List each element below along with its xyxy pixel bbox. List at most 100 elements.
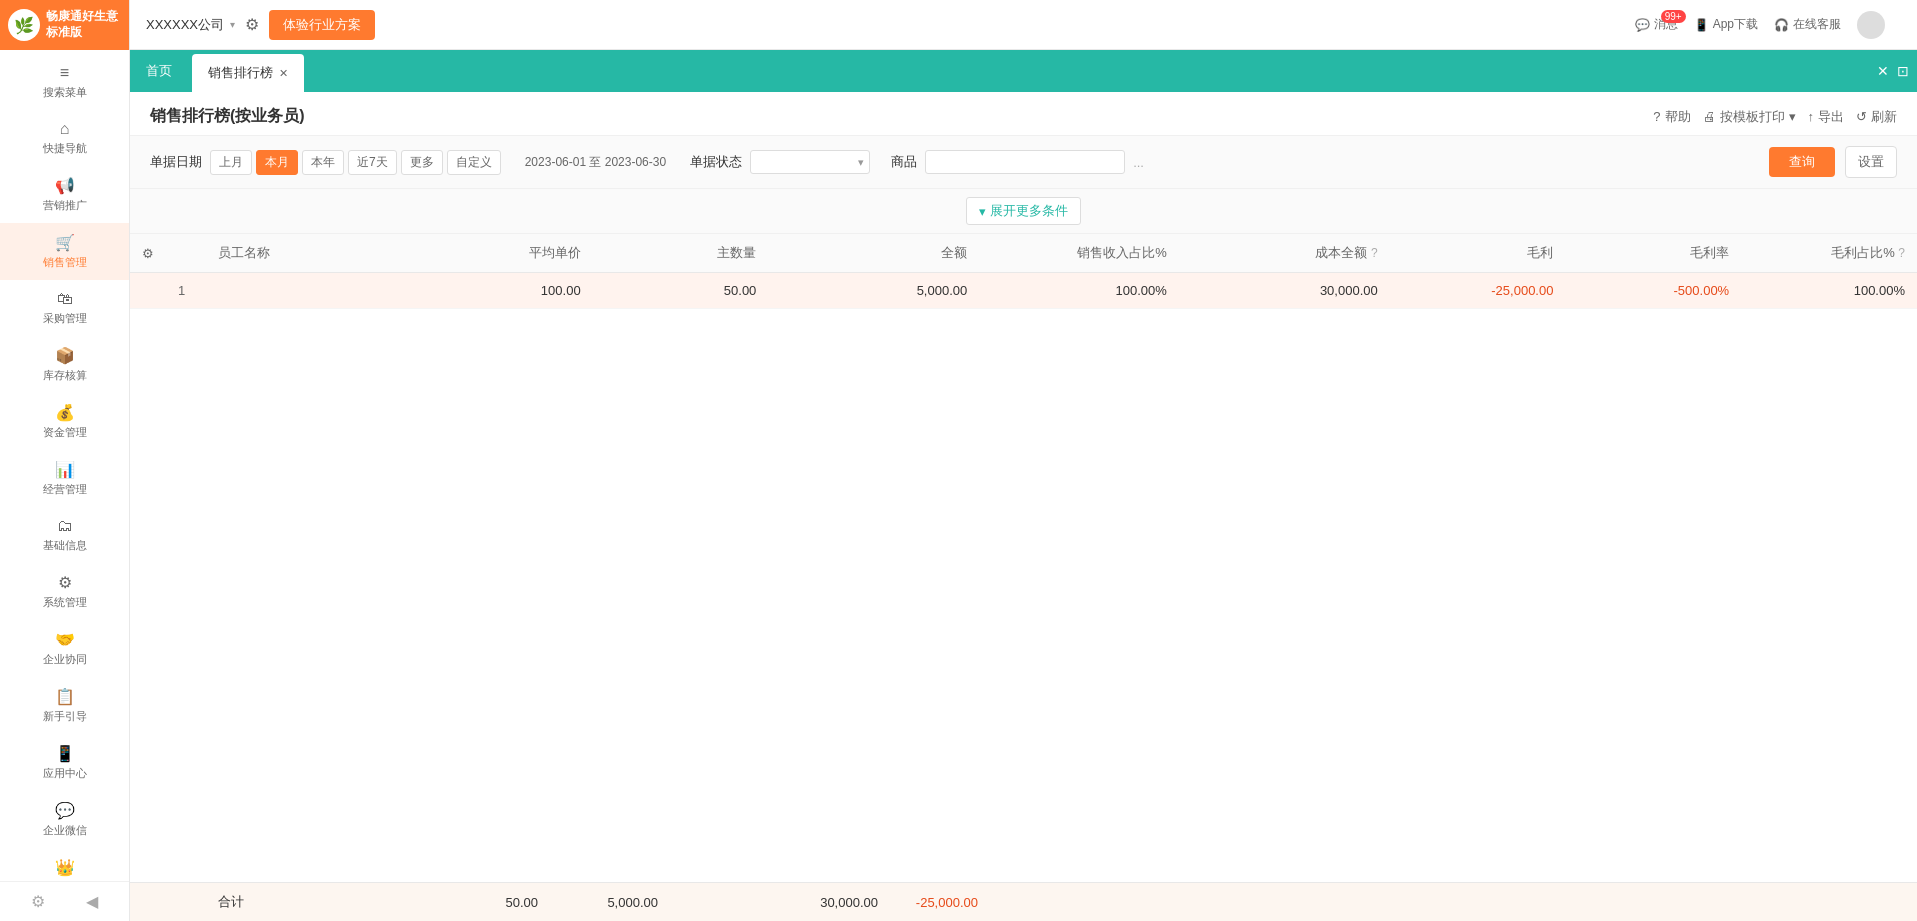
company-selector[interactable]: XXXXXX公司 ▾: [146, 16, 235, 34]
date-range-display: 2023-06-01 至 2023-06-30: [525, 154, 666, 171]
date-buttons: 上月本月本年近7天更多自定义: [210, 150, 501, 175]
row-sales-pct: 100.00%: [979, 273, 1179, 309]
sidebar-icon-beginner: 📋: [55, 687, 75, 706]
sidebar-item-operations[interactable]: 📊经营管理: [0, 450, 129, 507]
sidebar-icon-basic-info: 🗂: [57, 517, 73, 535]
sidebar-item-enterprise[interactable]: 🤝企业协同: [0, 620, 129, 677]
sidebar-item-search-orders[interactable]: ≡搜索菜单: [0, 54, 129, 110]
goods-input[interactable]: [925, 150, 1125, 174]
data-table: ⚙ 员工名称 平均单价 主数量 全额 销售收入占比% 成本全额 ? 毛利 毛利率…: [130, 234, 1917, 309]
filter-settings-button[interactable]: 设置: [1845, 146, 1897, 178]
gross-pct-help-icon[interactable]: ?: [1898, 246, 1905, 260]
message-item[interactable]: 💬 消息 99+: [1635, 16, 1678, 33]
sidebar-item-inventory[interactable]: 📦库存核算: [0, 336, 129, 393]
sidebar-icon-finance: 💰: [55, 403, 75, 422]
status-select[interactable]: [750, 150, 870, 174]
status-label: 单据状态: [690, 153, 742, 171]
sidebar-item-app-center[interactable]: 📱应用中心: [0, 734, 129, 791]
sidebar-icon-quick-nav: ⌂: [60, 120, 70, 138]
page-title: 销售排行榜(按业务员): [150, 106, 305, 127]
sidebar-icon-search-orders: ≡: [60, 64, 69, 82]
help-action[interactable]: ? 帮助: [1653, 108, 1690, 126]
date-btn-本年[interactable]: 本年: [302, 150, 344, 175]
online-service-icon: 🎧: [1774, 18, 1789, 32]
date-btn-自定义[interactable]: 自定义: [447, 150, 501, 175]
sidebar-item-marketing[interactable]: 📢营销推广: [0, 166, 129, 223]
content-area: 销售排行榜(按业务员) ? 帮助 🖨 按模板打印 ▾ ↑ 导出 ↺ 刷新: [130, 92, 1917, 882]
logo-icon: 🌿: [8, 9, 40, 41]
col-cost: 成本全额 ?: [1179, 234, 1390, 273]
sidebar-label-purchase: 采购管理: [43, 311, 87, 326]
sidebar-settings-icon[interactable]: ⚙: [31, 892, 45, 911]
sidebar-item-enterprise-wechat[interactable]: 💬 企业微信: [0, 791, 129, 848]
sidebar-icon-purchase: 🛍: [57, 290, 73, 308]
help-icon: ?: [1653, 109, 1660, 124]
refresh-icon: ↺: [1856, 109, 1867, 124]
sidebar-item-member[interactable]: 👑畅会员: [0, 848, 129, 881]
footer-cost: 30,000.00: [758, 895, 878, 910]
online-service-item[interactable]: 🎧 在线客服: [1774, 16, 1841, 33]
sidebar-item-system[interactable]: ⚙系统管理: [0, 563, 129, 620]
row-gross-pct: 100.00%: [1741, 273, 1917, 309]
sidebar-item-basic-info[interactable]: 🗂基础信息: [0, 507, 129, 563]
query-button[interactable]: 查询: [1769, 147, 1835, 177]
sidebar-label-operations: 经营管理: [43, 482, 87, 497]
sidebar-item-beginner[interactable]: 📋 新手引导: [0, 677, 129, 734]
window-restore-icon[interactable]: ⊡: [1897, 63, 1909, 79]
date-filter-section: 单据日期 上月本月本年近7天更多自定义: [150, 150, 501, 175]
sidebar-label-beginner: 新手引导: [43, 709, 87, 724]
date-btn-更多[interactable]: 更多: [401, 150, 443, 175]
cost-help-icon[interactable]: ?: [1371, 246, 1378, 260]
sidebar-label-system: 系统管理: [43, 595, 87, 610]
sidebar: 🌿 畅康通好生意 标准版 ≡搜索菜单⌂快捷导航📢营销推广🛒销售管理🛍采购管理📦库…: [0, 0, 130, 921]
app-download-icon: 📱: [1694, 18, 1709, 32]
table-footer: 合计 50.00 5,000.00 30,000.00 -25,000.00: [130, 882, 1917, 921]
header-right: 💬 消息 99+ 📱 App下载 🎧 在线客服: [1635, 11, 1901, 39]
sidebar-label-inventory: 库存核算: [43, 368, 87, 383]
sidebar-icon-enterprise-wechat: 💬: [55, 801, 75, 820]
refresh-action[interactable]: ↺ 刷新: [1856, 108, 1897, 126]
avatar[interactable]: [1857, 11, 1885, 39]
col-settings[interactable]: ⚙: [130, 234, 166, 273]
sidebar-nav: ≡搜索菜单⌂快捷导航📢营销推广🛒销售管理 🛍 采购管理 📦库存核算💰资金管理📊经营管理…: [0, 50, 129, 881]
expand-conditions-button[interactable]: ▾ 展开更多条件: [966, 197, 1081, 225]
goods-label: 商品: [891, 153, 917, 171]
date-btn-近7天[interactable]: 近7天: [348, 150, 397, 175]
header-settings-icon[interactable]: ⚙: [245, 15, 259, 34]
app-download-label: App下载: [1713, 16, 1758, 33]
date-btn-本月[interactable]: 本月: [256, 150, 298, 175]
trial-button[interactable]: 体验行业方案: [269, 10, 375, 40]
sidebar-label-sales: 销售管理: [43, 255, 87, 270]
date-btn-上月[interactable]: 上月: [210, 150, 252, 175]
page-header: 销售排行榜(按业务员) ? 帮助 🖨 按模板打印 ▾ ↑ 导出 ↺ 刷新: [130, 92, 1917, 136]
sidebar-item-sales[interactable]: 🛒销售管理: [0, 223, 129, 280]
sidebar-icon-app-center: 📱: [55, 744, 75, 763]
row-name: [206, 273, 417, 309]
goods-filter-section: 商品 ...: [891, 150, 1144, 174]
template-print-action[interactable]: 🖨 按模板打印 ▾: [1703, 108, 1796, 126]
status-select-wrapper: [750, 150, 870, 174]
export-action[interactable]: ↑ 导出: [1808, 108, 1845, 126]
row-rank: 1: [166, 273, 206, 309]
app-download-item[interactable]: 📱 App下载: [1694, 16, 1758, 33]
tab-home[interactable]: 首页: [130, 52, 188, 90]
table-body: 1 100.00 50.00 5,000.00 100.00% 30,000.0…: [130, 273, 1917, 309]
sidebar-item-quick-nav[interactable]: ⌂快捷导航: [0, 110, 129, 166]
col-gross-pct: 毛利占比% ?: [1741, 234, 1917, 273]
row-gross: -25,000.00: [1390, 273, 1566, 309]
tab-close-icon[interactable]: ✕: [279, 67, 288, 80]
sidebar-label-enterprise: 企业协同: [43, 652, 87, 667]
expand-label: 展开更多条件: [990, 202, 1068, 220]
col-amount: 全额: [768, 234, 979, 273]
col-gross-rate: 毛利率: [1565, 234, 1741, 273]
sidebar-item-purchase[interactable]: 🛍 采购管理: [0, 280, 129, 336]
table-header-row: ⚙ 员工名称 平均单价 主数量 全额 销售收入占比% 成本全额 ? 毛利 毛利率…: [130, 234, 1917, 273]
sidebar-collapse-icon[interactable]: ◀: [86, 892, 98, 911]
tab-sales-rank[interactable]: 销售排行榜 ✕: [192, 54, 304, 92]
sidebar-item-finance[interactable]: 💰资金管理: [0, 393, 129, 450]
sidebar-label-enterprise-wechat: 企业微信: [43, 823, 87, 838]
goods-more-icon[interactable]: ...: [1133, 155, 1144, 170]
window-close-icon[interactable]: ✕: [1877, 63, 1889, 79]
row-avg-price: 100.00: [417, 273, 593, 309]
export-icon: ↑: [1808, 109, 1815, 124]
